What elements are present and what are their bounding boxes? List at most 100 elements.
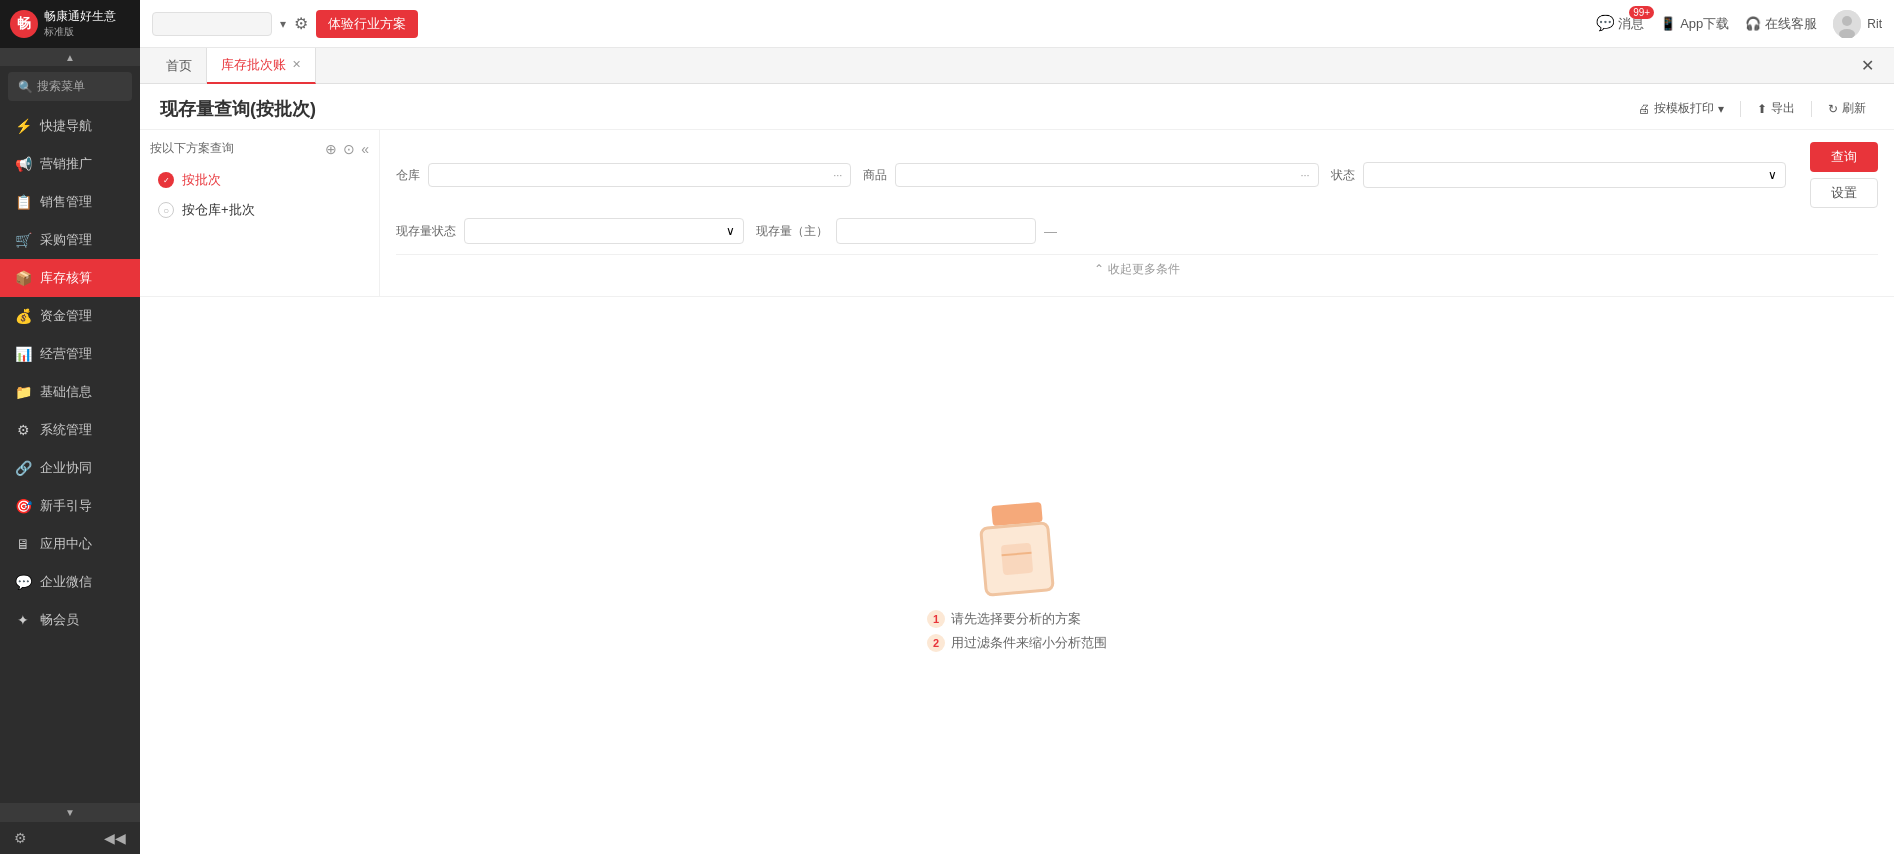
stock-qty-field: 现存量（主） —	[756, 218, 1057, 244]
sidebar-item-member[interactable]: ✦ 畅会员	[0, 601, 140, 639]
purchase-icon: 🛒	[14, 231, 32, 249]
sidebar-item-label: 经营管理	[40, 345, 92, 363]
sidebar-item-purchase[interactable]: 🛒 采购管理	[0, 221, 140, 259]
warehouse-input[interactable]: ···	[428, 163, 851, 187]
tab-close-icon[interactable]: ✕	[292, 58, 301, 71]
newbie-icon: 🎯	[14, 497, 32, 515]
message-button[interactable]: 💬 99+ 消息	[1596, 14, 1645, 33]
stock-qty-min-input[interactable]	[836, 218, 1036, 244]
collapse-sidebar-icon[interactable]: ◀◀	[104, 830, 126, 846]
stock-status-select[interactable]: ∨	[464, 218, 744, 244]
filter-actions: 查询 设置	[1798, 142, 1878, 208]
empty-box	[979, 521, 1055, 597]
collapse-filters-button[interactable]: ⌃ 收起更多条件	[396, 254, 1878, 284]
tab-home-label: 首页	[166, 57, 192, 75]
sidebar-item-inventory[interactable]: 📦 库存核算	[0, 259, 140, 297]
app-download-button[interactable]: 📱 App下载	[1660, 15, 1729, 33]
step-2-number: 2	[927, 634, 945, 652]
scroll-up-arrow[interactable]: ▲	[0, 48, 140, 66]
refresh-button[interactable]: ↻ 刷新	[1820, 96, 1874, 121]
tab-batch-inventory[interactable]: 库存批次账 ✕	[207, 48, 316, 84]
settings-plan-icon[interactable]: ⊙	[343, 141, 355, 157]
export-icon: ⬆	[1757, 102, 1767, 116]
page-header: 现存量查询(按批次) 🖨 按模板打印 ▾ ⬆ 导出 ↻ 刷新	[140, 84, 1894, 130]
sidebar-item-label: 应用中心	[40, 535, 92, 553]
sidebar-item-operations[interactable]: 📊 经营管理	[0, 335, 140, 373]
sidebar-search-item[interactable]: 🔍 搜索菜单	[8, 72, 132, 101]
plan-inactive-dot: ○	[158, 202, 174, 218]
sales-icon: 📋	[14, 193, 32, 211]
divider	[1740, 101, 1741, 117]
close-all-tabs-icon[interactable]: ✕	[1861, 56, 1874, 75]
sidebar-item-shortcut[interactable]: ⚡ 快捷导航	[0, 107, 140, 145]
status-select[interactable]: ∨	[1363, 162, 1786, 188]
add-plan-icon[interactable]: ⊕	[325, 141, 337, 157]
right-filter: 仓库 ··· 商品 ··· 状态	[380, 130, 1894, 296]
product-label: 商品	[863, 167, 887, 184]
left-panel-icons: ⊕ ⊙ «	[325, 141, 369, 157]
search-icon: 🔍	[18, 80, 33, 94]
stock-status-dropdown-icon: ∨	[726, 224, 735, 238]
print-dropdown-icon[interactable]: ▾	[1718, 102, 1724, 116]
sidebar-item-basic[interactable]: 📁 基础信息	[0, 373, 140, 411]
query-button[interactable]: 查询	[1810, 142, 1878, 172]
trial-button[interactable]: 体验行业方案	[316, 10, 418, 38]
filter-row-1: 仓库 ··· 商品 ··· 状态	[396, 142, 1878, 208]
sidebar-item-label: 快捷导航	[40, 117, 92, 135]
qty-dash: —	[1044, 224, 1057, 239]
sidebar-item-appstore[interactable]: 🖥 应用中心	[0, 525, 140, 563]
enterprise-icon: 🔗	[14, 459, 32, 477]
empty-step-2: 2 用过滤条件来缩小分析范围	[927, 634, 1107, 652]
settings-footer-icon[interactable]: ⚙	[14, 830, 27, 846]
app-subtitle: 标准版	[44, 25, 116, 39]
topbar-right: 💬 99+ 消息 📱 App下载 🎧 在线客服 Rit	[1596, 10, 1882, 38]
shortcut-icon: ⚡	[14, 117, 32, 135]
sidebar-item-system[interactable]: ⚙ 系统管理	[0, 411, 140, 449]
warehouse-more-icon[interactable]: ···	[833, 169, 842, 181]
sidebar-item-label: 新手引导	[40, 497, 92, 515]
product-more-icon[interactable]: ···	[1300, 169, 1309, 181]
online-service-button[interactable]: 🎧 在线客服	[1745, 15, 1817, 33]
sidebar-item-sales[interactable]: 📋 销售管理	[0, 183, 140, 221]
plan-active-dot: ✓	[158, 172, 174, 188]
basic-icon: 📁	[14, 383, 32, 401]
inventory-icon: 📦	[14, 269, 32, 287]
plan-by-batch-label: 按批次	[182, 171, 221, 189]
product-input[interactable]: ···	[895, 163, 1318, 187]
collapse-panel-icon[interactable]: «	[361, 141, 369, 157]
main-area: ▾ ⚙ 体验行业方案 💬 99+ 消息 📱 App下载 🎧 在线客服 Ri	[140, 0, 1894, 854]
warehouse-field: 仓库 ···	[396, 163, 851, 187]
finance-icon: 💰	[14, 307, 32, 325]
sidebar-item-label: 畅会员	[40, 611, 79, 629]
plan-item-by-batch[interactable]: ✓ 按批次	[150, 165, 369, 195]
plan-item-by-warehouse-batch[interactable]: ○ 按仓库+批次	[150, 195, 369, 225]
topbar-search-input[interactable]	[152, 12, 272, 36]
sidebar-item-marketing[interactable]: 📢 营销推广	[0, 145, 140, 183]
topbar-gear-icon[interactable]: ⚙	[294, 14, 308, 33]
app-title: 畅康通好生意	[44, 9, 116, 25]
app-download-label: App下载	[1680, 15, 1729, 33]
topbar: ▾ ⚙ 体验行业方案 💬 99+ 消息 📱 App下载 🎧 在线客服 Ri	[140, 0, 1894, 48]
sidebar-item-newbie[interactable]: 🎯 新手引导	[0, 487, 140, 525]
sidebar: 畅 畅康通好生意 标准版 ▲ 🔍 搜索菜单 ⚡ 快捷导航 📢 营销推广 📋 销售…	[0, 0, 140, 854]
sidebar-item-label: 资金管理	[40, 307, 92, 325]
settings-button[interactable]: 设置	[1810, 178, 1878, 208]
topbar-dropdown-button[interactable]: ▾	[280, 17, 286, 31]
status-field: 状态 ∨	[1331, 162, 1786, 188]
svg-rect-3	[1001, 542, 1034, 575]
sidebar-item-enterprise[interactable]: 🔗 企业协同	[0, 449, 140, 487]
message-icon: 💬	[1596, 14, 1615, 31]
status-label: 状态	[1331, 167, 1355, 184]
scroll-down-arrow[interactable]: ▼	[0, 803, 140, 821]
warehouse-label: 仓库	[396, 167, 420, 184]
sidebar-item-wechat[interactable]: 💬 企业微信	[0, 563, 140, 601]
sidebar-footer: ⚙ ◀◀	[0, 821, 140, 854]
empty-step-1: 1 请先选择要分析的方案	[927, 610, 1107, 628]
appstore-icon: 🖥	[14, 535, 32, 553]
user-profile[interactable]: Rit	[1833, 10, 1882, 38]
export-button[interactable]: ⬆ 导出	[1749, 96, 1803, 121]
tab-home[interactable]: 首页	[152, 48, 207, 84]
plan-by-warehouse-batch-label: 按仓库+批次	[182, 201, 255, 219]
print-button[interactable]: 🖨 按模板打印 ▾	[1630, 96, 1732, 121]
sidebar-item-finance[interactable]: 💰 资金管理	[0, 297, 140, 335]
